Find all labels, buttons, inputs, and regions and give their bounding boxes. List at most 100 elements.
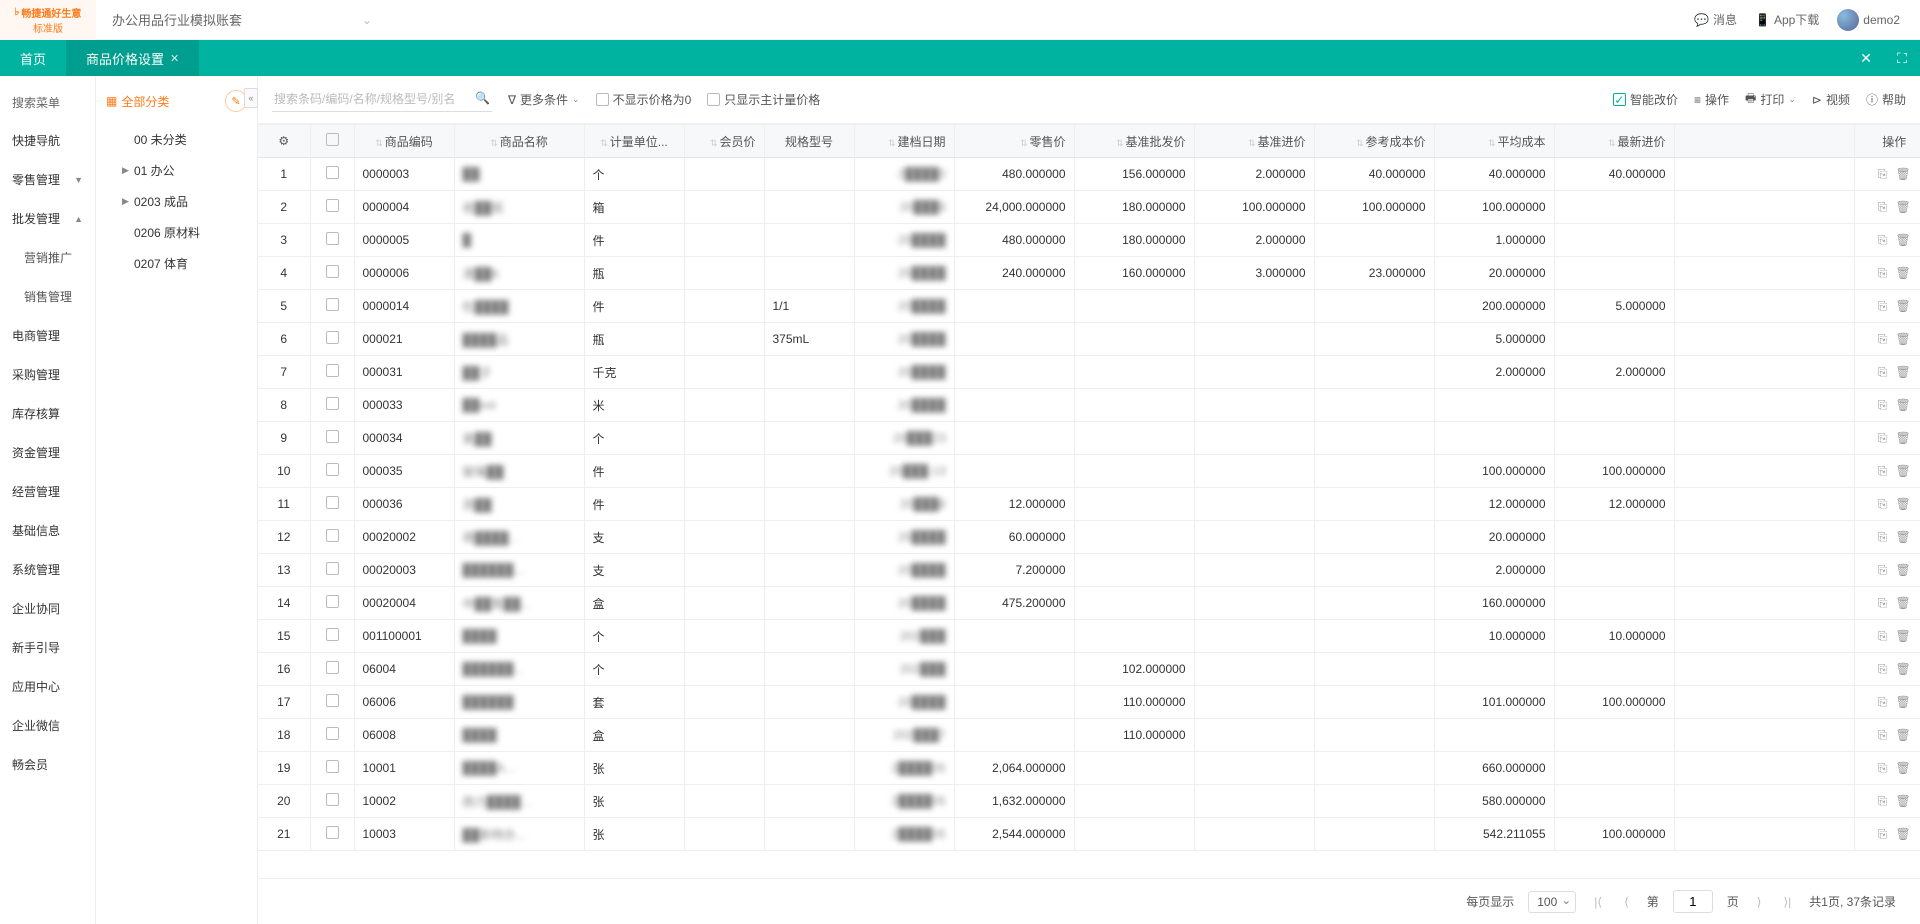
- table-row[interactable]: 1806008████盒202███7110.000000⎘🗑: [258, 719, 1920, 752]
- copy-icon[interactable]: ⎘: [1878, 563, 1888, 578]
- row-checkbox[interactable]: [310, 653, 354, 686]
- delete-icon[interactable]: 🗑: [1895, 365, 1910, 380]
- row-checkbox[interactable]: [310, 290, 354, 323]
- copy-icon[interactable]: ⎘: [1878, 629, 1888, 644]
- delete-icon[interactable]: 🗑: [1895, 794, 1910, 809]
- delete-icon[interactable]: 🗑: [1895, 266, 1910, 281]
- table-row[interactable]: 50000014杜████件1/120████200.0000005.00000…: [258, 290, 1920, 323]
- close-icon[interactable]: ✕: [170, 52, 179, 65]
- delete-icon[interactable]: 🗑: [1895, 299, 1910, 314]
- chevron-down-icon[interactable]: ⌄: [362, 13, 372, 27]
- sidebar-item[interactable]: 系统管理: [0, 550, 95, 589]
- delete-icon[interactable]: 🗑: [1895, 695, 1910, 710]
- delete-icon[interactable]: 🗑: [1895, 332, 1910, 347]
- delete-icon[interactable]: 🗑: [1895, 596, 1910, 611]
- col-purchase[interactable]: ⇅基准进价: [1194, 125, 1314, 158]
- row-checkbox[interactable]: [310, 224, 354, 257]
- settings-column[interactable]: ⚙: [258, 125, 310, 158]
- smart-price-toggle[interactable]: ✓智能改价: [1613, 91, 1678, 108]
- collapse-tree-button[interactable]: «: [244, 88, 258, 108]
- row-checkbox[interactable]: [310, 389, 354, 422]
- delete-icon[interactable]: 🗑: [1895, 464, 1910, 479]
- row-checkbox[interactable]: [310, 620, 354, 653]
- delete-icon[interactable]: 🗑: [1895, 167, 1910, 182]
- row-checkbox[interactable]: [310, 521, 354, 554]
- tabs-fullscreen[interactable]: ⛶: [1884, 40, 1920, 76]
- operations-menu[interactable]: ≡操作: [1694, 91, 1729, 108]
- search-icon[interactable]: 🔍: [475, 91, 490, 105]
- row-checkbox[interactable]: [310, 158, 354, 191]
- app-download-button[interactable]: 📱App下载: [1755, 11, 1819, 28]
- sidebar-item[interactable]: 电商管理: [0, 316, 95, 355]
- table-row[interactable]: 2010002扬力████...张2████051,632.000000580.…: [258, 785, 1920, 818]
- table-row[interactable]: 9000034奥██个20███23⎘🗑: [258, 422, 1920, 455]
- sidebar-item[interactable]: 资金管理: [0, 433, 95, 472]
- copy-icon[interactable]: ⎘: [1878, 233, 1888, 248]
- table-row[interactable]: 11000036测██件20███812.00000012.00000012.0…: [258, 488, 1920, 521]
- col-retail[interactable]: ⇅零售价: [954, 125, 1074, 158]
- tree-node[interactable]: ▶0203 成品: [96, 186, 257, 217]
- row-checkbox[interactable]: [310, 785, 354, 818]
- delete-icon[interactable]: 🗑: [1895, 662, 1910, 677]
- row-checkbox[interactable]: [310, 818, 354, 851]
- table-row[interactable]: 7000031██子千克20████2.0000002.000000⎘🗑: [258, 356, 1920, 389]
- sidebar-item[interactable]: 库存核算: [0, 394, 95, 433]
- first-page-button[interactable]: |⟨: [1590, 895, 1606, 909]
- table-row[interactable]: 2110003██新特办...张2████052,544.000000542.2…: [258, 818, 1920, 851]
- row-checkbox[interactable]: [310, 686, 354, 719]
- sidebar-item[interactable]: 应用中心: [0, 667, 95, 706]
- sidebar-item[interactable]: 采购管理: [0, 355, 95, 394]
- per-page-select[interactable]: 100: [1528, 891, 1576, 913]
- sidebar-search[interactable]: 搜索菜单: [0, 84, 95, 121]
- table-row[interactable]: 1606004██████...个202███102.000000⎘🗑: [258, 653, 1920, 686]
- only-main-unit-checkbox[interactable]: 只显示主计量价格: [707, 91, 820, 108]
- row-checkbox[interactable]: [310, 257, 354, 290]
- last-page-button[interactable]: ⟩|: [1779, 895, 1795, 909]
- col-name[interactable]: ⇅商品名称: [454, 125, 584, 158]
- select-all-column[interactable]: [310, 125, 354, 158]
- delete-icon[interactable]: 🗑: [1895, 563, 1910, 578]
- delete-icon[interactable]: 🗑: [1895, 398, 1910, 413]
- row-checkbox[interactable]: [310, 191, 354, 224]
- copy-icon[interactable]: ⎘: [1878, 332, 1888, 347]
- delete-icon[interactable]: 🗑: [1895, 761, 1910, 776]
- col-date[interactable]: ⇅建档日期: [854, 125, 954, 158]
- delete-icon[interactable]: 🗑: [1895, 827, 1910, 842]
- copy-icon[interactable]: ⎘: [1878, 497, 1888, 512]
- table-row[interactable]: 15001100001████个202███10.00000010.000000…: [258, 620, 1920, 653]
- video-button[interactable]: ⊳视频: [1812, 91, 1850, 108]
- row-checkbox[interactable]: [310, 422, 354, 455]
- tree-node[interactable]: 0206 原材料: [96, 217, 257, 248]
- row-checkbox[interactable]: [310, 356, 354, 389]
- tree-node[interactable]: 0207 体育: [96, 248, 257, 279]
- col-refcost[interactable]: ⇅参考成本价: [1314, 125, 1434, 158]
- table-row[interactable]: 30000005█件20████480.000000180.0000002.00…: [258, 224, 1920, 257]
- row-checkbox[interactable]: [310, 554, 354, 587]
- page-input[interactable]: [1673, 890, 1713, 913]
- table-row[interactable]: 20000004收██纸箱20███824,000.000000180.0000…: [258, 191, 1920, 224]
- row-checkbox[interactable]: [310, 455, 354, 488]
- delete-icon[interactable]: 🗑: [1895, 530, 1910, 545]
- sidebar-item[interactable]: 零售管理▼: [0, 160, 95, 199]
- sidebar-item[interactable]: 企业协同: [0, 589, 95, 628]
- sidebar-item[interactable]: 新手引导: [0, 628, 95, 667]
- print-button[interactable]: 🖶打印⌄: [1745, 89, 1796, 110]
- col-member[interactable]: ⇅会员价: [684, 125, 764, 158]
- copy-icon[interactable]: ⎘: [1878, 794, 1888, 809]
- delete-icon[interactable]: 🗑: [1895, 728, 1910, 743]
- row-checkbox[interactable]: [310, 488, 354, 521]
- price-table[interactable]: ⚙ ⇅商品编码 ⇅商品名称 ⇅计量单位... ⇅会员价 规格型号 ⇅建档日期 ⇅…: [258, 124, 1920, 878]
- row-checkbox[interactable]: [310, 587, 354, 620]
- search-input[interactable]: [272, 87, 492, 112]
- col-avgcost[interactable]: ⇅平均成本: [1434, 125, 1554, 158]
- delete-icon[interactable]: 🗑: [1895, 497, 1910, 512]
- row-checkbox[interactable]: [310, 752, 354, 785]
- copy-icon[interactable]: ⎘: [1878, 398, 1888, 413]
- delete-icon[interactable]: 🗑: [1895, 233, 1910, 248]
- col-wholesale[interactable]: ⇅基准批发价: [1074, 125, 1194, 158]
- col-code[interactable]: ⇅商品编码: [354, 125, 454, 158]
- sidebar-item[interactable]: 批发管理▲: [0, 199, 95, 238]
- tab-price-settings[interactable]: 商品价格设置 ✕: [66, 40, 199, 76]
- help-button[interactable]: ⓘ帮助: [1866, 91, 1906, 108]
- row-checkbox[interactable]: [310, 719, 354, 752]
